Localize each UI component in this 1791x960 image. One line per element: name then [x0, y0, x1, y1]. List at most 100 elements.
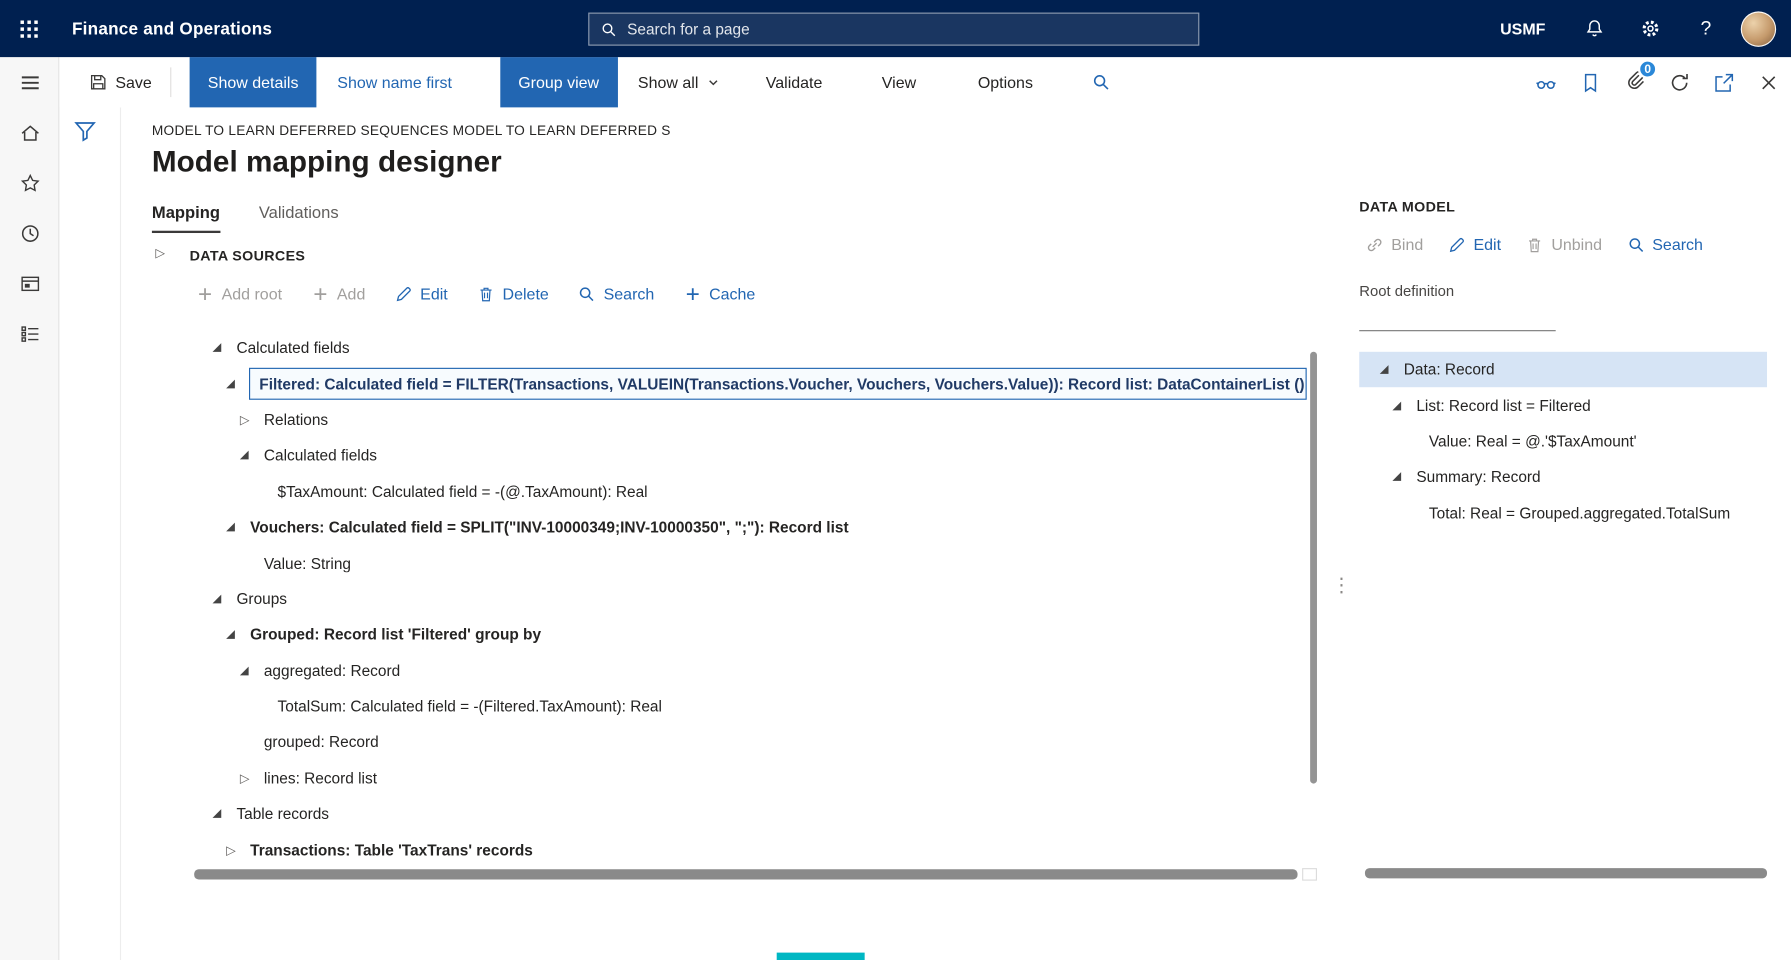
collapse-icon[interactable]: ◢	[238, 664, 263, 677]
tree-item[interactable]: ◢Table records	[192, 796, 1307, 832]
tree-item[interactable]: ▷lines: Record list	[192, 760, 1307, 796]
expand-icon[interactable]: ▷	[224, 843, 249, 858]
validate-button[interactable]: Validate	[747, 57, 840, 107]
show-details-button[interactable]: Show details	[190, 57, 317, 107]
app-title[interactable]: Finance and Operations	[72, 19, 272, 38]
tree-item-label: Value: Real = @.'$TaxAmount'	[1428, 433, 1637, 450]
search-button[interactable]: Search	[578, 284, 654, 302]
action-bar-search-icon[interactable]	[1092, 73, 1110, 91]
page-search-box[interactable]	[588, 13, 1199, 46]
hamburger-menu-icon[interactable]	[0, 57, 59, 107]
filter-pane-divider	[120, 107, 121, 960]
edit-button[interactable]: Edit	[1448, 235, 1501, 253]
save-label: Save	[115, 73, 151, 91]
data-sources-expander-icon[interactable]: ▷	[155, 246, 165, 261]
tab-mapping[interactable]: Mapping	[152, 204, 220, 233]
search-icon	[601, 21, 617, 37]
search-icon	[578, 285, 595, 302]
paperclip-icon[interactable]: 0	[1624, 69, 1646, 96]
edit-button[interactable]: Edit	[395, 284, 448, 302]
expand-icon[interactable]: ▷	[238, 771, 263, 786]
cache-button[interactable]: Cache	[684, 284, 755, 302]
add-root-button[interactable]: Add root	[196, 284, 282, 302]
data-sources-horizontal-scrollbar[interactable]	[194, 868, 1323, 881]
collapse-icon[interactable]: ◢	[224, 629, 249, 642]
tree-item[interactable]: ◢List: Record list = Filtered	[1359, 388, 1767, 424]
unbind-button[interactable]: Unbind	[1526, 235, 1602, 253]
tree-item[interactable]: ▷Relations	[192, 402, 1307, 438]
search-icon	[1627, 236, 1644, 253]
user-avatar[interactable]	[1741, 11, 1776, 46]
page-search-input[interactable]	[627, 21, 1187, 38]
waffle-menu-icon[interactable]	[0, 0, 57, 57]
bookmark-icon[interactable]	[1580, 71, 1602, 93]
workspace-icon[interactable]	[0, 258, 59, 308]
data-model-horizontal-scrollbar[interactable]	[1365, 868, 1767, 878]
tree-item[interactable]: ◢Calculated fields	[192, 330, 1307, 366]
collapse-icon[interactable]: ◢	[210, 342, 235, 355]
favorites-star-icon[interactable]	[0, 158, 59, 208]
toolbar-divider	[170, 67, 171, 97]
toolbar-button-label: Search	[1652, 235, 1703, 253]
tree-item[interactable]: TotalSum: Calculated field = -(Filtered.…	[192, 689, 1307, 725]
gear-icon[interactable]	[1622, 0, 1678, 57]
tree-item[interactable]: ◢Filtered: Calculated field = FILTER(Tra…	[192, 366, 1307, 402]
tree-item[interactable]: Total: Real = Grouped.aggregated.TotalSu…	[1359, 495, 1767, 531]
delete-button[interactable]: Delete	[477, 284, 548, 302]
tree-item-label: grouped: Record	[263, 734, 379, 751]
tree-item-label: Value: String	[263, 555, 351, 572]
collapse-icon[interactable]: ◢	[210, 808, 235, 821]
home-icon[interactable]	[0, 107, 59, 157]
tree-item[interactable]: ◢Data: Record	[1359, 352, 1767, 388]
recent-clock-icon[interactable]	[0, 208, 59, 258]
tree-item[interactable]: ◢Summary: Record	[1359, 459, 1767, 495]
tree-item[interactable]: ◢Vouchers: Calculated field = SPLIT("INV…	[192, 509, 1307, 545]
collapse-icon[interactable]: ◢	[224, 378, 249, 391]
tree-item-label: Total: Real = Grouped.aggregated.TotalSu…	[1428, 505, 1730, 522]
show-all-dropdown[interactable]: Show all	[617, 57, 738, 107]
search-button[interactable]: Search	[1627, 235, 1703, 253]
group-view-button[interactable]: Group view	[500, 57, 617, 107]
bell-icon[interactable]	[1566, 0, 1622, 57]
add-button[interactable]: Add	[312, 284, 366, 302]
record-caption: MODEL TO LEARN DEFERRED SEQUENCES MODEL …	[152, 122, 671, 138]
tree-item[interactable]: Value: String	[192, 545, 1307, 581]
glasses-icon[interactable]	[1535, 71, 1557, 93]
toolbar-button-label: Bind	[1391, 235, 1423, 253]
collapse-icon[interactable]: ◢	[1390, 471, 1415, 484]
tree-item[interactable]: ◢Calculated fields	[192, 438, 1307, 474]
help-icon[interactable]: ?	[1678, 0, 1734, 57]
tab-validations[interactable]: Validations	[259, 204, 339, 233]
toolbar-button-label: Delete	[503, 284, 549, 302]
tree-item-label: List: Record list = Filtered	[1415, 397, 1591, 414]
tree-item[interactable]: ◢Grouped: Record list 'Filtered' group b…	[192, 617, 1307, 653]
collapse-icon[interactable]: ◢	[224, 521, 249, 534]
expand-icon[interactable]: ▷	[238, 412, 263, 427]
panel-splitter-handle[interactable]: ⋮	[1332, 575, 1348, 598]
refresh-icon[interactable]	[1669, 71, 1691, 93]
toolbar-button-label: Search	[604, 284, 655, 302]
tree-item[interactable]: ◢aggregated: Record	[192, 653, 1307, 689]
collapse-icon[interactable]: ◢	[1378, 363, 1403, 376]
save-button[interactable]: Save	[75, 57, 165, 107]
vertical-scrollbar[interactable]	[1310, 352, 1317, 784]
modules-icon[interactable]	[0, 308, 59, 358]
show-name-first-button[interactable]: Show name first	[317, 57, 473, 107]
close-icon[interactable]	[1758, 71, 1780, 93]
scrollbar-thumb[interactable]	[194, 869, 1297, 879]
company-selector[interactable]: USMF	[1480, 19, 1566, 37]
collapse-icon[interactable]: ◢	[1390, 399, 1415, 412]
popout-icon[interactable]	[1713, 71, 1735, 93]
toolbar-button-label: Add	[337, 284, 365, 302]
view-menu-button[interactable]: View	[864, 57, 935, 107]
bind-button[interactable]: Bind	[1366, 235, 1423, 253]
tree-item[interactable]: ▷Transactions: Table 'TaxTrans' records	[192, 832, 1307, 868]
tree-item[interactable]: ◢Groups	[192, 581, 1307, 617]
tree-item[interactable]: grouped: Record	[192, 725, 1307, 761]
options-menu-button[interactable]: Options	[960, 57, 1052, 107]
tree-item[interactable]: $TaxAmount: Calculated field = -(@.TaxAm…	[192, 474, 1307, 510]
collapse-icon[interactable]: ◢	[210, 593, 235, 606]
filter-icon[interactable]	[73, 119, 97, 143]
collapse-icon[interactable]: ◢	[238, 449, 263, 462]
tree-item[interactable]: Value: Real = @.'$TaxAmount'	[1359, 424, 1767, 460]
